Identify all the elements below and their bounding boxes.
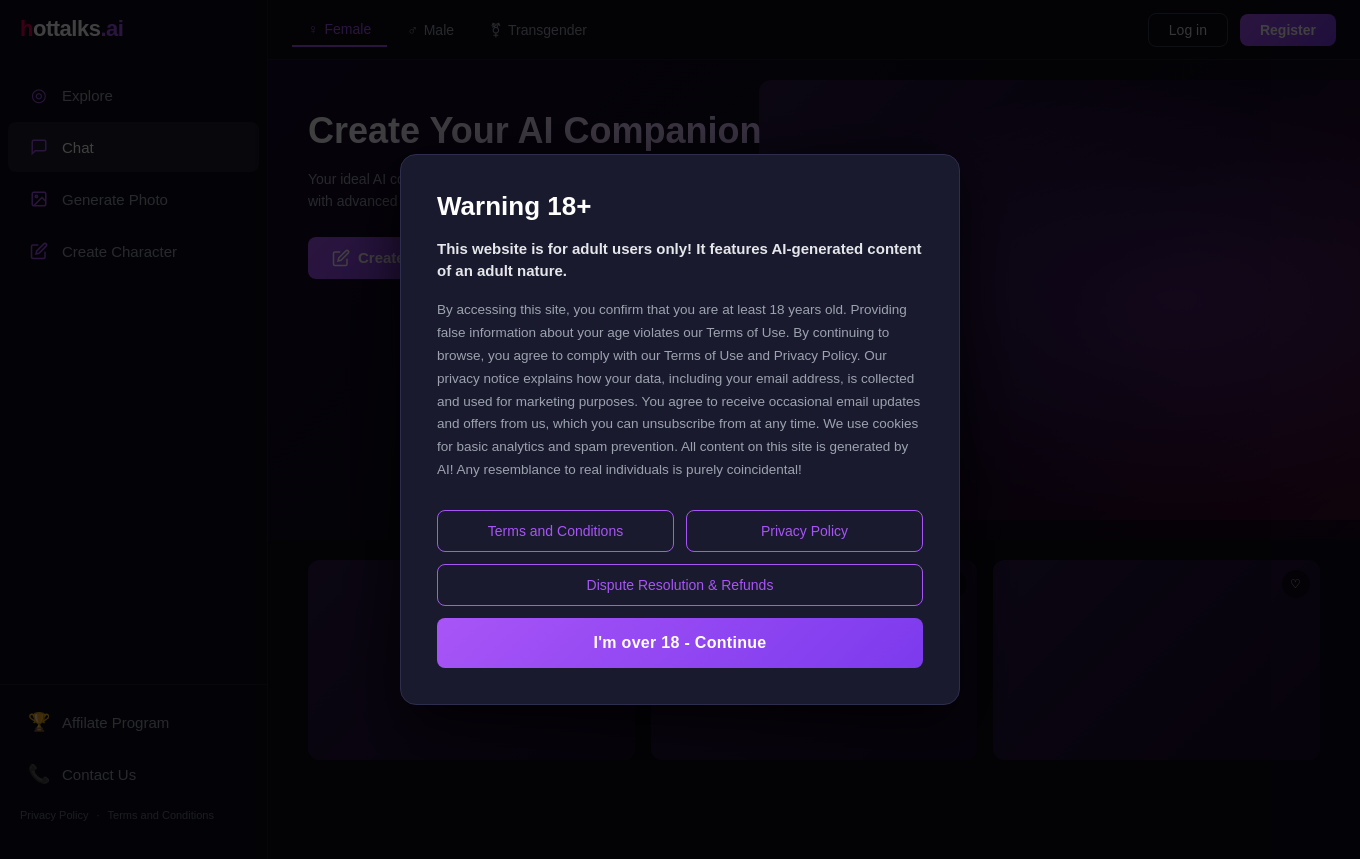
modal-subtitle: This website is for adult users only! It… (437, 238, 923, 283)
modal-link-buttons: Terms and Conditions Privacy Policy (437, 510, 923, 552)
age-warning-modal: Warning 18+ This website is for adult us… (400, 154, 960, 706)
modal-body: By accessing this site, you confirm that… (437, 299, 923, 483)
privacy-button[interactable]: Privacy Policy (686, 510, 923, 552)
confirm-age-button[interactable]: I'm over 18 - Continue (437, 618, 923, 668)
terms-button[interactable]: Terms and Conditions (437, 510, 674, 552)
modal-overlay: Warning 18+ This website is for adult us… (0, 0, 1360, 859)
modal-title: Warning 18+ (437, 191, 923, 222)
dispute-button[interactable]: Dispute Resolution & Refunds (437, 564, 923, 606)
